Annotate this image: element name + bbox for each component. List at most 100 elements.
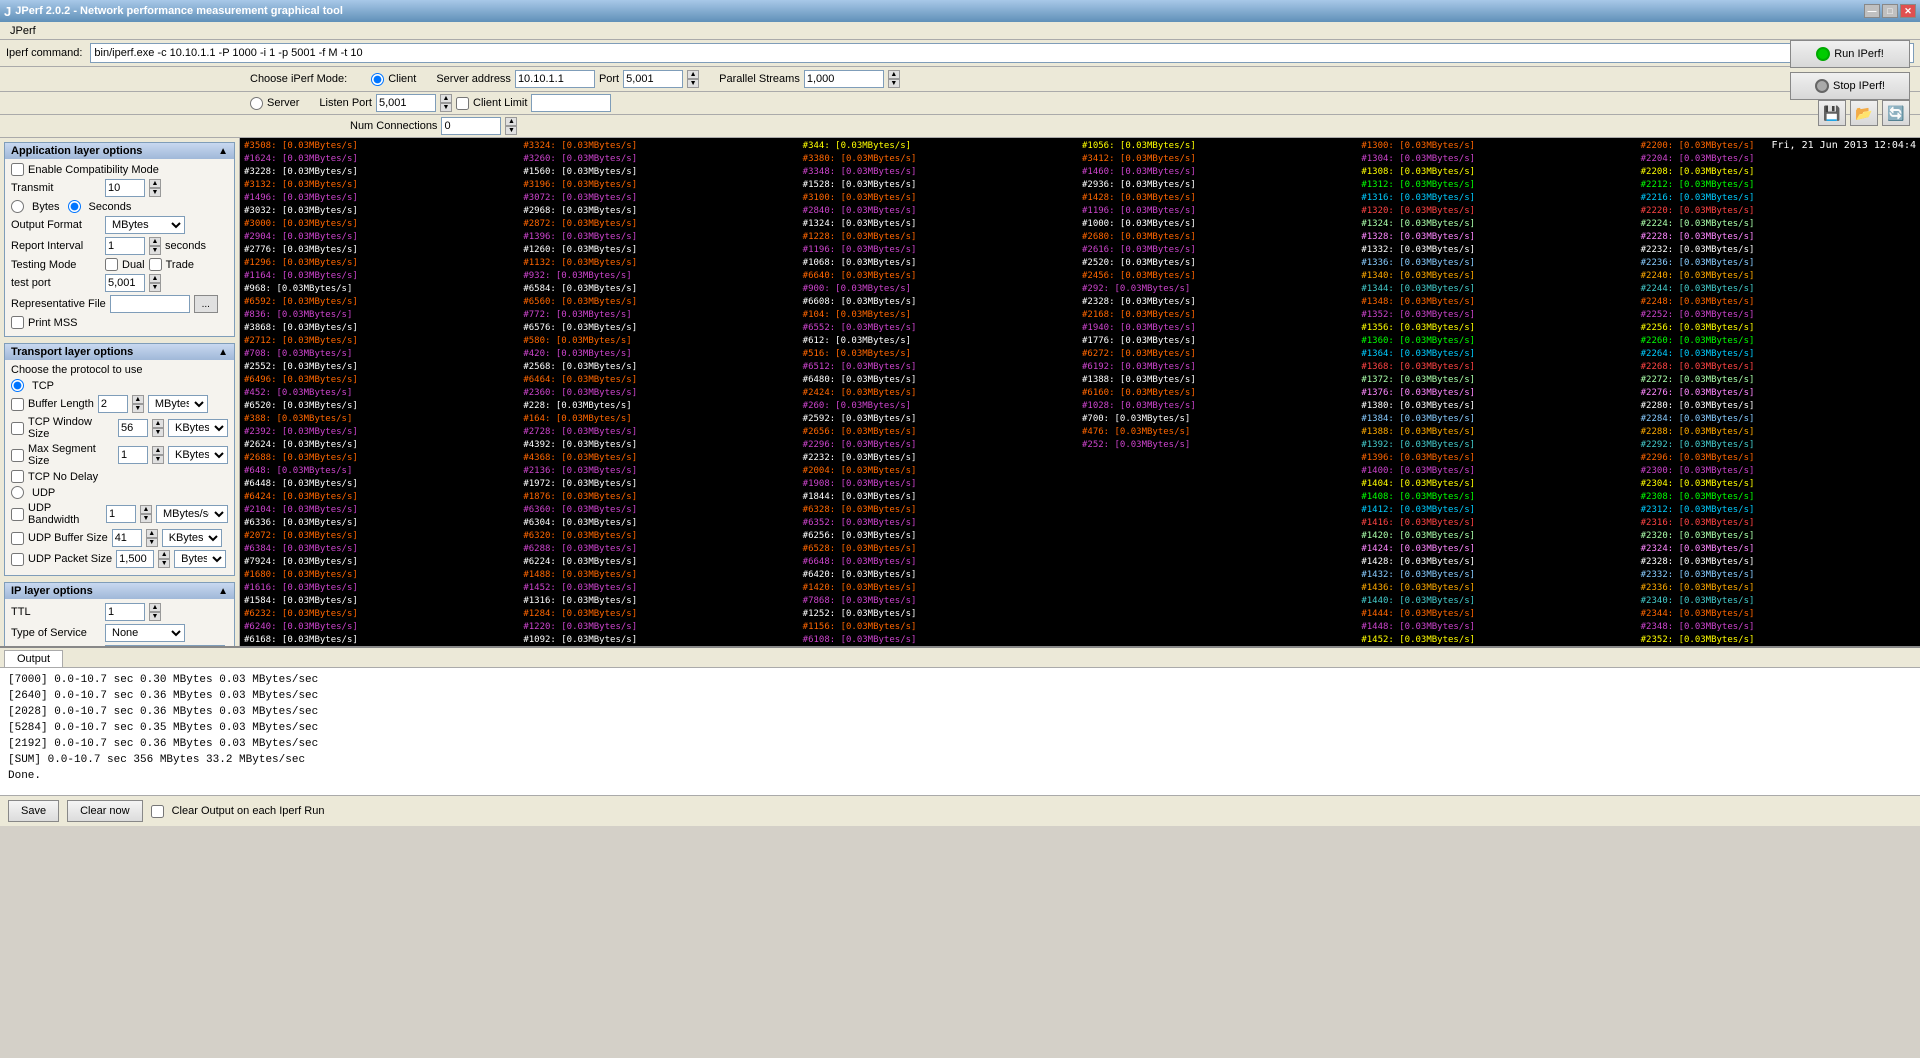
- clear-on-run-checkbox[interactable]: [151, 805, 164, 818]
- max-seg-spinner[interactable]: ▲ ▼: [152, 446, 164, 464]
- tcp-window-spinner[interactable]: ▲ ▼: [152, 419, 164, 437]
- client-limit-input[interactable]: [531, 94, 611, 112]
- tos-select[interactable]: None Low Delay Throughput: [105, 624, 185, 642]
- listen-port-spinner[interactable]: ▲ ▼: [440, 94, 452, 112]
- server-address-input[interactable]: [515, 70, 595, 88]
- tcp-window-unit[interactable]: KBytesMBytes: [168, 419, 228, 437]
- udp-pkt-spinner[interactable]: ▲ ▼: [158, 550, 170, 568]
- udp-buf-spinner[interactable]: ▲ ▼: [146, 529, 158, 547]
- transmit-up[interactable]: ▲: [149, 179, 161, 188]
- tcp-window-input[interactable]: [118, 419, 148, 437]
- port-input[interactable]: [623, 70, 683, 88]
- open-icon-button[interactable]: 📂: [1850, 100, 1878, 126]
- app-layer-header[interactable]: Application layer options ▲: [5, 143, 234, 159]
- test-port-up[interactable]: ▲: [149, 274, 161, 283]
- minimize-button[interactable]: —: [1864, 4, 1880, 18]
- parallel-down[interactable]: ▼: [888, 79, 900, 88]
- bind-host-input[interactable]: [105, 645, 225, 646]
- udp-radio[interactable]: [11, 486, 24, 499]
- buffer-length-checkbox[interactable]: [11, 398, 24, 411]
- parallel-spinner[interactable]: ▲ ▼: [888, 70, 900, 88]
- dual-checkbox[interactable]: [105, 258, 118, 271]
- client-limit-checkbox[interactable]: [456, 97, 469, 110]
- server-radio[interactable]: [250, 97, 263, 110]
- port-up[interactable]: ▲: [687, 70, 699, 79]
- udp-bw-up[interactable]: ▲: [140, 505, 152, 514]
- rep-file-browse[interactable]: ...: [194, 295, 218, 313]
- transmit-down[interactable]: ▼: [149, 188, 161, 197]
- num-conn-down[interactable]: ▼: [505, 126, 517, 135]
- udp-bw-input[interactable]: [106, 505, 136, 523]
- buffer-length-unit[interactable]: MBytesKBytes: [148, 395, 208, 413]
- max-seg-unit[interactable]: KBytesBytes: [168, 446, 228, 464]
- app-layer-collapse[interactable]: ▲: [218, 146, 228, 157]
- tcp-nodelay-checkbox[interactable]: [11, 470, 24, 483]
- udp-buf-unit[interactable]: KBytesMBytes: [162, 529, 222, 547]
- iperf-command-input[interactable]: [90, 43, 1914, 63]
- udp-bw-spinner[interactable]: ▲ ▼: [140, 505, 152, 523]
- buffer-length-input[interactable]: [98, 395, 128, 413]
- compat-mode-checkbox[interactable]: [11, 163, 24, 176]
- refresh-icon-button[interactable]: 🔄: [1882, 100, 1910, 126]
- udp-pkt-down[interactable]: ▼: [158, 559, 170, 568]
- print-mss-checkbox[interactable]: [11, 316, 24, 329]
- ttl-input[interactable]: [105, 603, 145, 621]
- menu-item-jperf[interactable]: JPerf: [4, 24, 42, 38]
- num-connections-input[interactable]: [441, 117, 501, 135]
- buf-len-down[interactable]: ▼: [132, 404, 144, 413]
- num-conn-up[interactable]: ▲: [505, 117, 517, 126]
- clear-now-button[interactable]: Clear now: [67, 800, 143, 822]
- trade-checkbox[interactable]: [149, 258, 162, 271]
- stop-button[interactable]: Stop IPerf!: [1790, 72, 1910, 100]
- udp-pkt-checkbox[interactable]: [11, 553, 24, 566]
- tcp-win-up[interactable]: ▲: [152, 419, 164, 428]
- seconds-radio[interactable]: [68, 200, 81, 213]
- close-button[interactable]: ✕: [1900, 4, 1916, 18]
- ttl-down[interactable]: ▼: [149, 612, 161, 621]
- ttl-up[interactable]: ▲: [149, 603, 161, 612]
- ttl-spinner[interactable]: ▲ ▼: [149, 603, 161, 621]
- listen-port-input[interactable]: [376, 94, 436, 112]
- transmit-spinner[interactable]: ▲ ▼: [149, 179, 161, 197]
- max-seg-input[interactable]: [118, 446, 148, 464]
- udp-bw-unit[interactable]: MBytes/secKBytes/sec: [156, 505, 228, 523]
- transmit-input[interactable]: [105, 179, 145, 197]
- udp-buf-down[interactable]: ▼: [146, 538, 158, 547]
- tcp-radio[interactable]: [11, 379, 24, 392]
- transport-layer-collapse[interactable]: ▲: [218, 347, 228, 358]
- udp-bw-checkbox[interactable]: [11, 508, 24, 521]
- transport-layer-header[interactable]: Transport layer options ▲: [5, 344, 234, 360]
- save-icon-button[interactable]: 💾: [1818, 100, 1846, 126]
- parallel-streams-input[interactable]: [804, 70, 884, 88]
- port-spinner[interactable]: ▲ ▼: [687, 70, 699, 88]
- output-tab[interactable]: Output: [4, 650, 63, 667]
- num-conn-spinner[interactable]: ▲ ▼: [505, 117, 517, 135]
- udp-buf-up[interactable]: ▲: [146, 529, 158, 538]
- output-format-select[interactable]: MBytes KBytes Bits: [105, 216, 185, 234]
- run-button[interactable]: Run IPerf!: [1790, 40, 1910, 68]
- udp-bw-down[interactable]: ▼: [140, 514, 152, 523]
- parallel-up[interactable]: ▲: [888, 70, 900, 79]
- buffer-length-spinner[interactable]: ▲ ▼: [132, 395, 144, 413]
- save-button[interactable]: Save: [8, 800, 59, 822]
- buf-len-up[interactable]: ▲: [132, 395, 144, 404]
- bytes-radio[interactable]: [11, 200, 24, 213]
- report-interval-spinner[interactable]: ▲ ▼: [149, 237, 161, 255]
- port-down[interactable]: ▼: [687, 79, 699, 88]
- client-radio[interactable]: [371, 73, 384, 86]
- rep-file-input[interactable]: [110, 295, 190, 313]
- report-interval-down[interactable]: ▼: [149, 246, 161, 255]
- ip-layer-collapse[interactable]: ▲: [218, 586, 228, 597]
- max-seg-up[interactable]: ▲: [152, 446, 164, 455]
- udp-buf-checkbox[interactable]: [11, 532, 24, 545]
- udp-buf-input[interactable]: [112, 529, 142, 547]
- report-interval-up[interactable]: ▲: [149, 237, 161, 246]
- udp-pkt-input[interactable]: [116, 550, 154, 568]
- listen-port-up[interactable]: ▲: [440, 94, 452, 103]
- test-port-spinner[interactable]: ▲ ▼: [149, 274, 161, 292]
- tcp-window-checkbox[interactable]: [11, 422, 24, 435]
- max-seg-checkbox[interactable]: [11, 449, 24, 462]
- udp-pkt-unit[interactable]: BytesKBytes: [174, 550, 226, 568]
- test-port-down[interactable]: ▼: [149, 283, 161, 292]
- udp-pkt-up[interactable]: ▲: [158, 550, 170, 559]
